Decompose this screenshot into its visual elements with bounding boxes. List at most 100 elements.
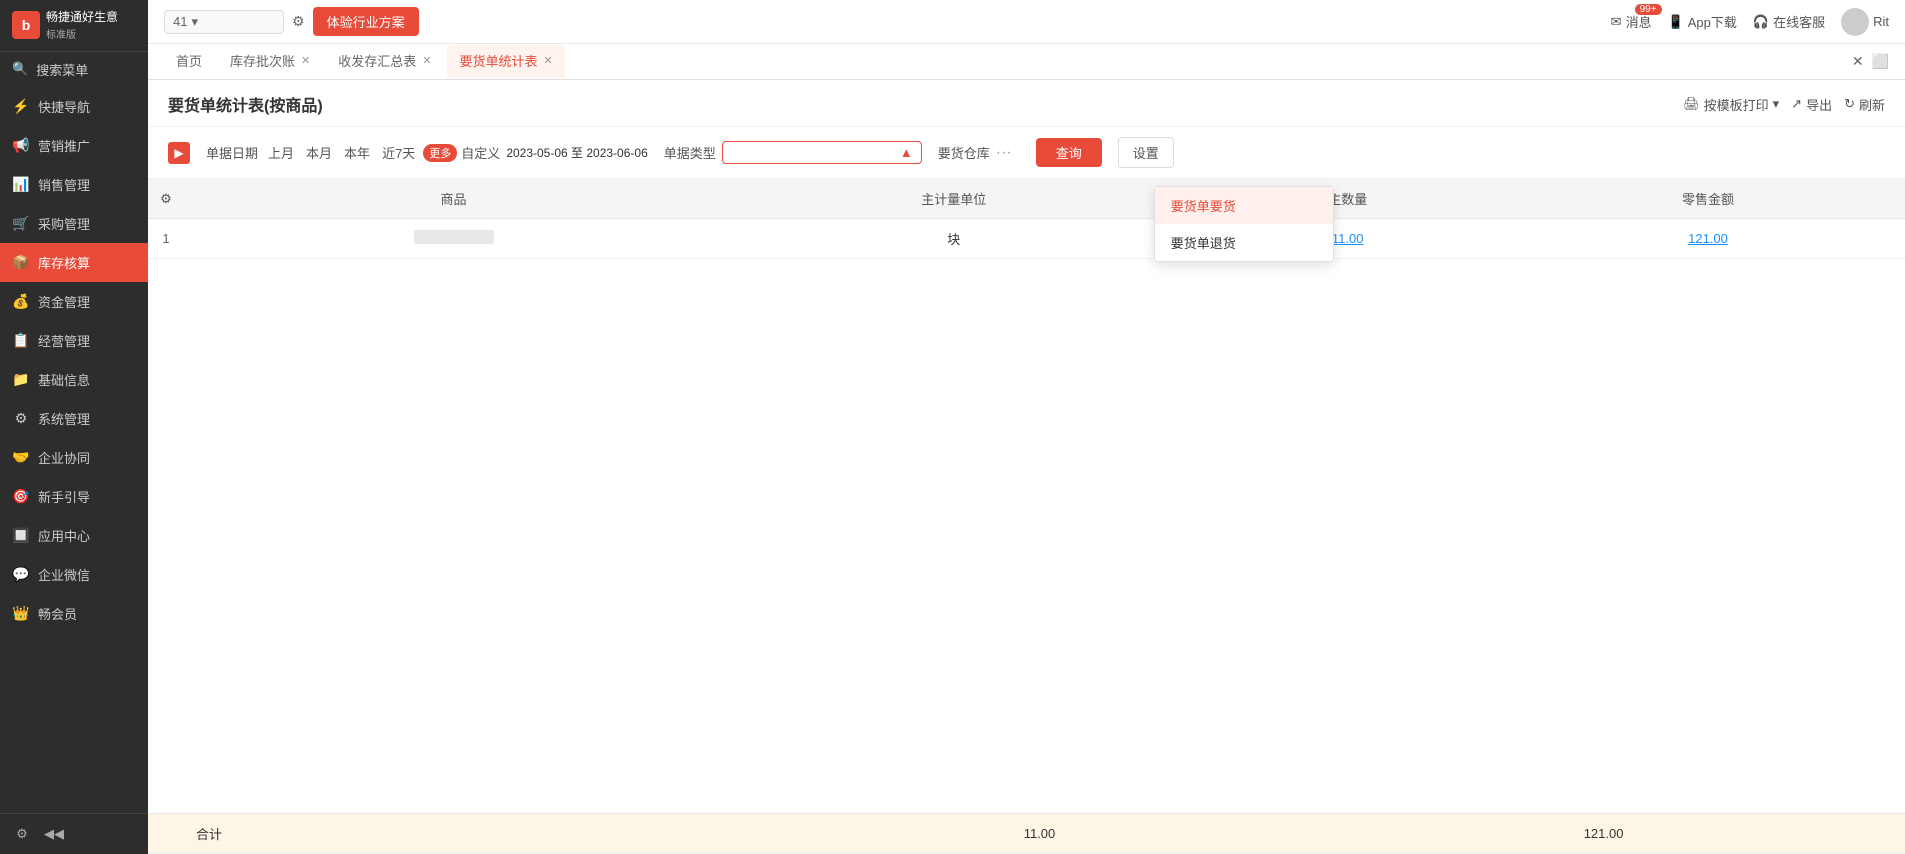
online-service-label: 在线客服 xyxy=(1773,12,1825,31)
collapse-sidebar-button[interactable]: ◀◀ xyxy=(44,824,64,844)
tab-expand-icon[interactable]: ⬜ xyxy=(1872,53,1889,70)
data-table: ⚙ 商品 主计量单位 主数量 零售金额 1 块 xyxy=(148,179,1905,259)
tabs-bar: 首页 库存批次账 ✕ 收发存汇总表 ✕ 要货单统计表 ✕ ✕ ⬜ xyxy=(148,44,1905,80)
sidebar-item-inventory[interactable]: 📦 库存核算 xyxy=(0,243,148,282)
col-product: 商品 xyxy=(184,179,723,219)
sidebar-item-basics[interactable]: 📁 基础信息 xyxy=(0,360,148,399)
quantity-link[interactable]: 11.00 xyxy=(1332,231,1364,246)
finance-icon: 💰 xyxy=(12,292,30,310)
marketing-icon: 📢 xyxy=(12,136,30,154)
cell-product xyxy=(184,219,723,259)
sidebar-item-wechat[interactable]: 💬 企业微信 xyxy=(0,555,148,594)
summary-table: 合计 11.00 121.00 xyxy=(148,813,1905,854)
warehouse-more-icon[interactable]: ··· xyxy=(996,144,1012,162)
more-dates-btn[interactable]: 更多 xyxy=(423,144,457,162)
app-name-block: 畅捷通好生意 标准版 xyxy=(46,10,118,41)
member-icon: 👑 xyxy=(12,604,30,622)
sidebar-item-label: 经营管理 xyxy=(38,331,90,350)
summary-empty-2 xyxy=(657,814,777,854)
message-badge: 99+ xyxy=(1635,4,1662,15)
sidebar-item-finance[interactable]: 💰 资金管理 xyxy=(0,282,148,321)
quick-nav-icon: ⚡ xyxy=(12,97,30,115)
tab-order-stats[interactable]: 要货单统计表 ✕ xyxy=(447,45,564,78)
sidebar-item-label: 库存核算 xyxy=(38,253,90,272)
settings-bottom-icon[interactable]: ⚙ xyxy=(12,824,32,844)
amount-link[interactable]: 121.00 xyxy=(1688,231,1728,246)
enterprise-icon: 🤝 xyxy=(12,448,30,466)
date-filter-label: 单据日期 xyxy=(206,143,258,162)
sidebar-item-sales[interactable]: 📊 销售管理 xyxy=(0,165,148,204)
inventory-icon: 📦 xyxy=(12,253,30,271)
sidebar-item-purchase[interactable]: 🛒 采购管理 xyxy=(0,204,148,243)
page-header: 要货单统计表(按商品) 🖨 按模板打印 ▾ ↗ 导出 ↻ 刷新 xyxy=(148,80,1905,127)
this-month-btn[interactable]: 本月 xyxy=(302,141,336,164)
cell-unit: 块 xyxy=(723,219,1184,259)
col-amount: 零售金额 xyxy=(1511,179,1905,219)
app-name: 畅捷通好生意 xyxy=(46,10,118,26)
dropdown-item-label: 要货单要货 xyxy=(1171,199,1236,214)
col-settings[interactable]: ⚙ xyxy=(148,179,184,219)
tab-home[interactable]: 首页 xyxy=(164,45,214,78)
tab-inventory-batch-close[interactable]: ✕ xyxy=(301,54,310,67)
sidebar-search[interactable]: 🔍 搜索菜单 xyxy=(0,52,148,87)
tab-close-all-icon[interactable]: ✕ xyxy=(1852,53,1864,70)
page-content: 要货单统计表(按商品) 🖨 按模板打印 ▾ ↗ 导出 ↻ 刷新 ▶ xyxy=(148,80,1905,854)
last-month-btn[interactable]: 上月 xyxy=(264,141,298,164)
tab-receivable-summary[interactable]: 收发存汇总表 ✕ xyxy=(326,45,443,78)
summary-amount: 121.00 xyxy=(1302,814,1905,854)
sidebar-item-app-center[interactable]: 🔲 应用中心 xyxy=(0,516,148,555)
export-label: 导出 xyxy=(1806,95,1832,114)
export-button[interactable]: ↗ 导出 xyxy=(1791,95,1832,114)
dropdown-item-order-return[interactable]: 要货单退货 xyxy=(1155,224,1333,261)
sidebar-item-label: 企业协同 xyxy=(38,448,90,467)
this-year-btn[interactable]: 本年 xyxy=(340,141,374,164)
guide-icon: 🎯 xyxy=(12,487,30,505)
product-name-placeholder xyxy=(414,230,494,244)
sidebar-item-system[interactable]: ⚙ 系统管理 xyxy=(0,399,148,438)
sidebar-item-enterprise[interactable]: 🤝 企业协同 xyxy=(0,438,148,477)
trial-button[interactable]: 体验行业方案 xyxy=(313,7,419,36)
sidebar-item-label: 新手引导 xyxy=(38,487,90,506)
last-7-days-btn[interactable]: 近7天 xyxy=(378,141,419,164)
tab-order-stats-close[interactable]: ✕ xyxy=(544,54,553,67)
operations-icon: 📋 xyxy=(12,331,30,349)
app-logo-icon: b xyxy=(12,11,40,39)
tab-receivable-summary-close[interactable]: ✕ xyxy=(422,54,431,67)
topbar-gear-icon[interactable]: ⚙ xyxy=(292,13,305,30)
online-service-button[interactable]: 🎧 在线客服 xyxy=(1753,12,1825,31)
cell-num: 1 xyxy=(148,219,184,259)
summary-empty-1 xyxy=(148,814,184,854)
query-button[interactable]: 查询 xyxy=(1036,138,1102,167)
print-chevron-icon: ▾ xyxy=(1773,96,1780,112)
type-filter-input[interactable]: ▲ xyxy=(722,141,922,164)
sidebar-item-label: 畅会员 xyxy=(38,604,77,623)
print-template-button[interactable]: 🖨 按模板打印 ▾ xyxy=(1683,95,1779,114)
search-icon: 🔍 xyxy=(12,61,28,77)
set-button[interactable]: 设置 xyxy=(1118,137,1174,168)
type-input-field[interactable] xyxy=(731,145,896,160)
type-dropdown-arrow-icon[interactable]: ▲ xyxy=(900,145,913,160)
sidebar-item-guide[interactable]: 🎯 新手引导 xyxy=(0,477,148,516)
message-button[interactable]: ✉ 消息 99+ xyxy=(1611,12,1652,31)
topbar-right: ✉ 消息 99+ 📱 App下载 🎧 在线客服 Rit xyxy=(1611,8,1889,36)
topbar-store-selector[interactable]: 41 ▾ xyxy=(164,10,284,34)
store-number: 41 xyxy=(173,14,187,29)
table-row: 1 块 11.00 121.00 xyxy=(148,219,1905,259)
refresh-button[interactable]: ↻ 刷新 xyxy=(1844,95,1885,114)
refresh-label: 刷新 xyxy=(1859,95,1885,114)
table-area: ⚙ 商品 主计量单位 主数量 零售金额 1 块 xyxy=(148,179,1905,854)
sidebar-item-operations[interactable]: 📋 经营管理 xyxy=(0,321,148,360)
summary-row: 合计 11.00 121.00 xyxy=(148,814,1905,854)
custom-date-btn[interactable]: 自定义 xyxy=(461,143,500,162)
filter-expand-button[interactable]: ▶ xyxy=(168,142,190,164)
sidebar-item-marketing[interactable]: 📢 营销推广 xyxy=(0,126,148,165)
app-center-icon: 🔲 xyxy=(12,526,30,544)
chevron-down-icon: ▾ xyxy=(191,14,198,30)
app-download-button[interactable]: 📱 App下载 xyxy=(1668,12,1737,31)
user-avatar[interactable]: Rit xyxy=(1841,8,1889,36)
sidebar-item-member[interactable]: 👑 畅会员 xyxy=(0,594,148,633)
sidebar-item-quick-nav[interactable]: ⚡ 快捷导航 xyxy=(0,87,148,126)
tab-inventory-batch[interactable]: 库存批次账 ✕ xyxy=(218,45,322,78)
warehouse-filter-label: 要货仓库 xyxy=(938,143,990,162)
dropdown-item-order-goods[interactable]: 要货单要货 xyxy=(1155,187,1333,224)
